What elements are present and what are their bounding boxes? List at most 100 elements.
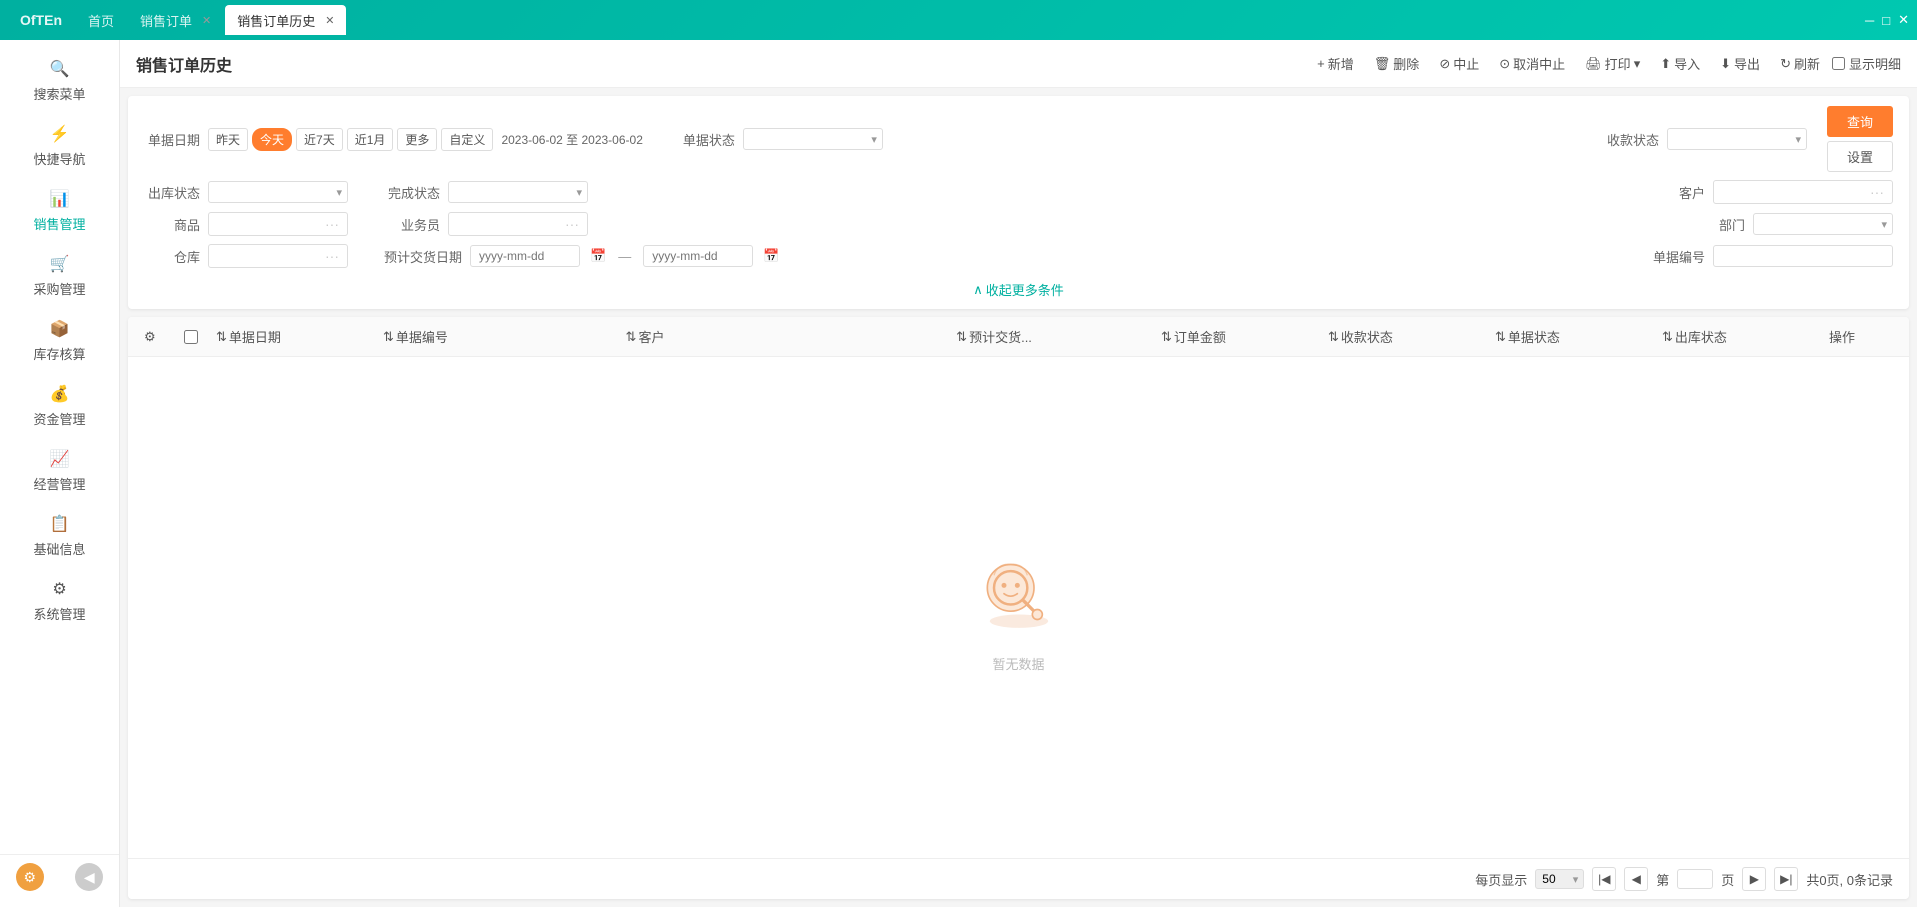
page-number-input[interactable]: 1: [1677, 869, 1713, 889]
sidebar-item-finance-mgmt[interactable]: 💰 资金管理: [0, 373, 119, 438]
refresh-icon: ↻: [1780, 56, 1791, 72]
stop-button[interactable]: ⊘ 中止: [1431, 50, 1487, 77]
col-pay-status-header[interactable]: ⇅ 收款状态: [1320, 327, 1487, 346]
col-amount-header[interactable]: ⇅ 订单金额: [1153, 327, 1320, 346]
settings-button[interactable]: 设置: [1827, 141, 1893, 172]
date-custom-btn[interactable]: 自定义: [441, 128, 493, 151]
col-stock-status-label: 出库状态: [1675, 327, 1727, 346]
pagination-total: 共0页, 0条记录: [1806, 870, 1893, 889]
sidebar-item-inventory-calc[interactable]: 📦 库存核算: [0, 308, 119, 373]
col-customer-sort-icon: ⇅: [626, 329, 637, 345]
goods-dots-icon: ···: [325, 216, 339, 232]
add-button[interactable]: + 新增: [1309, 50, 1362, 77]
calendar-start-icon[interactable]: 📅: [590, 248, 606, 264]
cancel-stop-button[interactable]: ⊙ 取消中止: [1491, 50, 1573, 77]
order-status-select[interactable]: [743, 128, 883, 150]
col-number-header[interactable]: ⇅ 单据编号: [375, 327, 618, 346]
stock-status-select[interactable]: [208, 181, 348, 203]
col-delivery-label: 预计交货...: [969, 327, 1032, 346]
sidebar-collapse-icon[interactable]: ◀: [75, 863, 103, 891]
department-select[interactable]: [1753, 213, 1893, 235]
col-pay-status-label: 收款状态: [1341, 327, 1393, 346]
window-max-btn[interactable]: □: [1882, 13, 1890, 28]
col-stock-status-header[interactable]: ⇅ 出库状态: [1654, 327, 1821, 346]
window-close-btn[interactable]: ✕: [1898, 12, 1909, 28]
page-prev-btn[interactable]: ◀: [1624, 867, 1648, 891]
import-icon: ⬆: [1660, 56, 1671, 72]
completion-status-label: 完成状态: [384, 183, 440, 202]
col-delivery-header[interactable]: ⇅ 预计交货...: [948, 327, 1153, 346]
col-date-header[interactable]: ⇅ 单据日期: [208, 327, 375, 346]
customer-label: 客户: [1649, 183, 1705, 202]
tab-sales-order-close[interactable]: ✕: [202, 14, 211, 27]
delete-button[interactable]: 🗑 删除: [1366, 50, 1428, 77]
collapse-filter-button[interactable]: ∧ 收起更多条件: [144, 276, 1893, 299]
tab-sales-order-history-close[interactable]: ✕: [325, 14, 334, 27]
display-columns-toggle[interactable]: 显示明细: [1832, 54, 1901, 73]
print-label: 打印: [1605, 54, 1631, 73]
sidebar-item-sales-mgmt[interactable]: 📊 销售管理: [0, 178, 119, 243]
payment-status-select[interactable]: [1667, 128, 1807, 150]
window-min-btn[interactable]: ─: [1865, 13, 1874, 28]
empty-state-illustration: [969, 542, 1069, 642]
date-last1m-btn[interactable]: 近1月: [347, 128, 394, 151]
sidebar-item-ops-mgmt[interactable]: 📈 经营管理: [0, 438, 119, 503]
goods-input[interactable]: ···: [208, 212, 348, 236]
col-order-status-header[interactable]: ⇅ 单据状态: [1487, 327, 1654, 346]
salesperson-input[interactable]: ···: [448, 212, 588, 236]
filter-area: 单据日期 昨天 今天 近7天 近1月 更多 自定义 2023-06-02 至 2…: [128, 96, 1909, 309]
stop-label: 中止: [1453, 54, 1479, 73]
calendar-end-icon[interactable]: 📅: [763, 248, 779, 264]
col-pay-sort-icon: ⇅: [1328, 329, 1339, 345]
tab-sales-order-history[interactable]: 销售订单历史 ✕: [225, 5, 346, 35]
search-button[interactable]: 查询: [1827, 106, 1893, 137]
page-last-btn[interactable]: ▶|: [1774, 867, 1798, 891]
date-separator: —: [618, 249, 631, 264]
sidebar-item-quick-nav[interactable]: ⚡ 快捷导航: [0, 113, 119, 178]
page-size-select[interactable]: 10 20 50 100: [1535, 869, 1584, 889]
page-next-btn[interactable]: ▶: [1742, 867, 1766, 891]
tab-sales-order-label: 销售订单: [140, 11, 192, 30]
warehouse-input[interactable]: ···: [208, 244, 348, 268]
order-no-input[interactable]: [1713, 245, 1893, 267]
order-no-label: 单据编号: [1649, 247, 1705, 266]
sidebar-item-purchase-mgmt[interactable]: 🛒 采购管理: [0, 243, 119, 308]
tab-home[interactable]: 首页: [76, 5, 126, 35]
window-controls: ─ □ ✕: [1865, 12, 1909, 28]
col-settings[interactable]: ⚙: [136, 329, 176, 345]
sidebar-item-search-menu[interactable]: 🔍 搜索菜单: [0, 48, 119, 113]
col-order-status-label: 单据状态: [1508, 327, 1560, 346]
col-order-sort-icon: ⇅: [1495, 329, 1506, 345]
col-delivery-sort-icon: ⇅: [956, 329, 967, 345]
sidebar-item-base-info[interactable]: 📋 基础信息: [0, 503, 119, 568]
print-icon: 🖨: [1585, 56, 1602, 72]
display-columns-checkbox[interactable]: [1832, 57, 1845, 70]
refresh-button[interactable]: ↻ 刷新: [1772, 50, 1828, 77]
import-label: 导入: [1674, 54, 1700, 73]
customer-input[interactable]: ···: [1713, 180, 1893, 204]
export-button[interactable]: ⬇ 导出: [1712, 50, 1768, 77]
delivery-date-end-input[interactable]: [643, 245, 753, 267]
base-info-icon: 📋: [49, 513, 71, 535]
date-today-btn[interactable]: 今天: [252, 128, 292, 151]
date-more-btn[interactable]: 更多: [397, 128, 437, 151]
date-last7-btn[interactable]: 近7天: [296, 128, 343, 151]
order-status-label: 单据状态: [679, 130, 735, 149]
filter-stock-status: 出库状态: [144, 181, 348, 203]
col-customer-header[interactable]: ⇅ 客户: [618, 327, 949, 346]
chevron-up-icon: ∧: [973, 282, 983, 298]
sidebar-item-sys-mgmt[interactable]: ⚙ 系统管理: [0, 568, 119, 633]
completion-status-select[interactable]: [448, 181, 588, 203]
print-button[interactable]: 🖨 打印 ▾: [1577, 50, 1648, 77]
tab-sales-order[interactable]: 销售订单 ✕: [128, 5, 223, 35]
delete-icon: 🗑: [1374, 56, 1391, 72]
pagination: 每页显示 10 20 50 100 |◀ ◀ 第 1 页 ▶ ▶| 共0页, 0…: [128, 858, 1909, 899]
page-first-btn[interactable]: |◀: [1592, 867, 1616, 891]
sidebar-settings-icon[interactable]: ⚙: [16, 863, 44, 891]
app-title: OfTEn: [8, 12, 74, 28]
select-all-checkbox[interactable]: [184, 330, 198, 344]
import-button[interactable]: ⬆ 导入: [1652, 50, 1708, 77]
col-checkbox[interactable]: [176, 330, 208, 344]
date-yesterday-btn[interactable]: 昨天: [208, 128, 248, 151]
delivery-date-start-input[interactable]: [470, 245, 580, 267]
